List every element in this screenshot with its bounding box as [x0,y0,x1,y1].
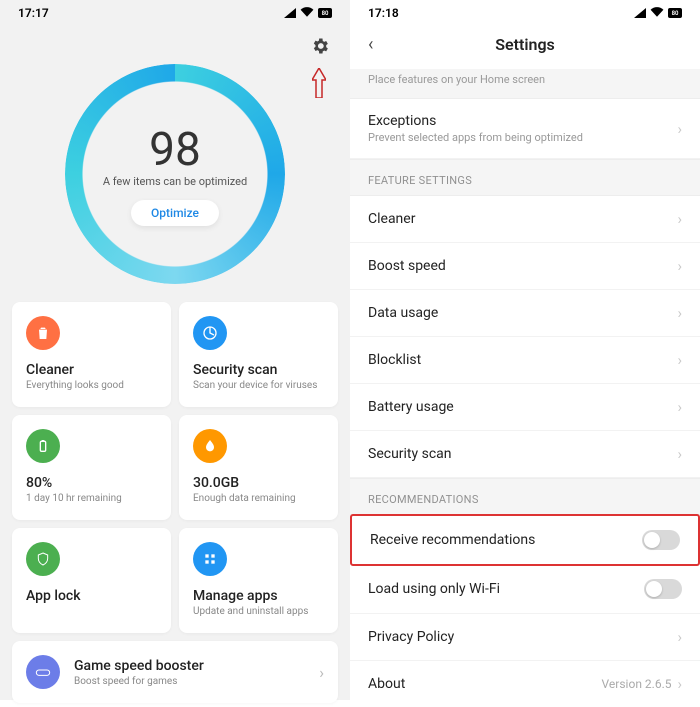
status-bar: 17:18 80 [350,0,700,26]
optimize-button[interactable]: Optimize [131,200,219,226]
row-title: Boost speed [368,258,671,274]
toggle-receive-recommendations[interactable] [642,530,680,550]
row-exceptions[interactable]: Exceptions Prevent selected apps from be… [350,99,700,159]
row-title: Data usage [368,305,671,321]
row-title: Cleaner [368,211,671,227]
card-game-booster[interactable]: Game speed booster Boost speed for games… [12,641,338,703]
chevron-right-icon: › [677,120,682,138]
scan-icon [193,316,227,350]
row-boost-speed[interactable]: Boost speed › [350,243,700,290]
card-subtitle: 1 day 10 hr remaining [26,493,157,504]
row-title: Security scan [368,446,671,462]
back-button[interactable]: ‹ [368,34,388,55]
card-title: 80% [26,475,157,491]
battery-icon: 80 [318,8,332,18]
apps-icon [193,542,227,576]
settings-screen: 17:18 80 ‹ Settings Place features on yo… [350,0,700,700]
annotation-highlight: Receive recommendations [350,514,700,566]
card-subtitle: Scan your device for viruses [193,380,324,391]
chevron-right-icon: › [677,351,682,369]
version-label: Version 2.6.5 [602,677,672,691]
chevron-right-icon: › [677,304,682,322]
card-manage-apps[interactable]: Manage apps Update and uninstall apps [179,528,338,633]
trash-icon [26,316,60,350]
chevron-right-icon: › [677,398,682,416]
row-title: Privacy Policy [368,629,671,645]
row-title: Receive recommendations [370,532,642,548]
card-title: Cleaner [26,362,157,378]
chevron-right-icon: › [677,210,682,228]
row-title: Exceptions [368,113,671,129]
gamepad-icon [26,655,60,689]
section-recommendations: RECOMMENDATIONS [350,478,700,515]
page-title: Settings [388,35,662,54]
row-data-usage[interactable]: Data usage › [350,290,700,337]
topbar: ‹ Settings [350,26,700,69]
row-battery-usage[interactable]: Battery usage › [350,384,700,431]
score-value: 98 [149,123,201,177]
row-cleaner[interactable]: Cleaner › [350,196,700,243]
card-title: Security scan [193,362,324,378]
chevron-right-icon: › [677,628,682,646]
security-app-screen: 17:17 80 98 A few items can be optimized… [0,0,350,700]
status-time: 17:18 [368,6,399,20]
card-subtitle: Boost speed for games [74,676,305,687]
row-security-scan[interactable]: Security scan › [350,431,700,478]
section-feature-settings: FEATURE SETTINGS [350,159,700,196]
gear-icon[interactable] [310,36,330,60]
status-icons: 80 [284,6,332,21]
card-cleaner[interactable]: Cleaner Everything looks good [12,302,171,407]
row-blocklist[interactable]: Blocklist › [350,337,700,384]
card-subtitle: Update and uninstall apps [193,606,324,617]
score-subtitle: A few items can be optimized [103,175,247,188]
row-title: Load using only Wi-Fi [368,581,644,597]
row-home-features-sub[interactable]: Place features on your Home screen [350,69,700,99]
card-title: 30.0GB [193,475,324,491]
card-title: App lock [26,588,157,604]
annotation-arrow-icon [312,68,326,102]
card-subtitle: Everything looks good [26,380,157,391]
card-security-scan[interactable]: Security scan Scan your device for virus… [179,302,338,407]
row-subtitle: Place features on your Home screen [368,73,682,86]
row-title: Blocklist [368,352,671,368]
status-bar: 17:17 80 [0,0,350,26]
status-time: 17:17 [18,6,49,20]
row-title: About [368,676,602,692]
row-subtitle: Prevent selected apps from being optimiz… [368,131,671,144]
battery-icon [26,429,60,463]
card-title: Manage apps [193,588,324,604]
battery-icon: 80 [668,8,682,18]
card-battery[interactable]: 80% 1 day 10 hr remaining [12,415,171,520]
wifi-icon [650,6,664,21]
signal-icon [284,8,296,18]
row-privacy-policy[interactable]: Privacy Policy › [350,614,700,661]
signal-icon [634,8,646,18]
row-title: Battery usage [368,399,671,415]
card-subtitle: Enough data remaining [193,493,324,504]
score-ring: 98 A few items can be optimized Optimize [65,64,285,284]
row-load-wifi-only[interactable]: Load using only Wi-Fi [350,565,700,614]
chevron-right-icon: › [319,663,324,682]
chevron-right-icon: › [677,445,682,463]
card-title: Game speed booster [74,658,305,674]
status-icons: 80 [634,6,682,21]
row-receive-recommendations[interactable]: Receive recommendations [352,516,698,564]
card-app-lock[interactable]: App lock [12,528,171,633]
chevron-right-icon: › [677,257,682,275]
wifi-icon [300,6,314,21]
drop-icon [193,429,227,463]
toggle-wifi-only[interactable] [644,579,682,599]
chevron-right-icon: › [677,675,682,693]
card-data[interactable]: 30.0GB Enough data remaining [179,415,338,520]
row-about[interactable]: About Version 2.6.5 › [350,661,700,707]
shield-icon [26,542,60,576]
